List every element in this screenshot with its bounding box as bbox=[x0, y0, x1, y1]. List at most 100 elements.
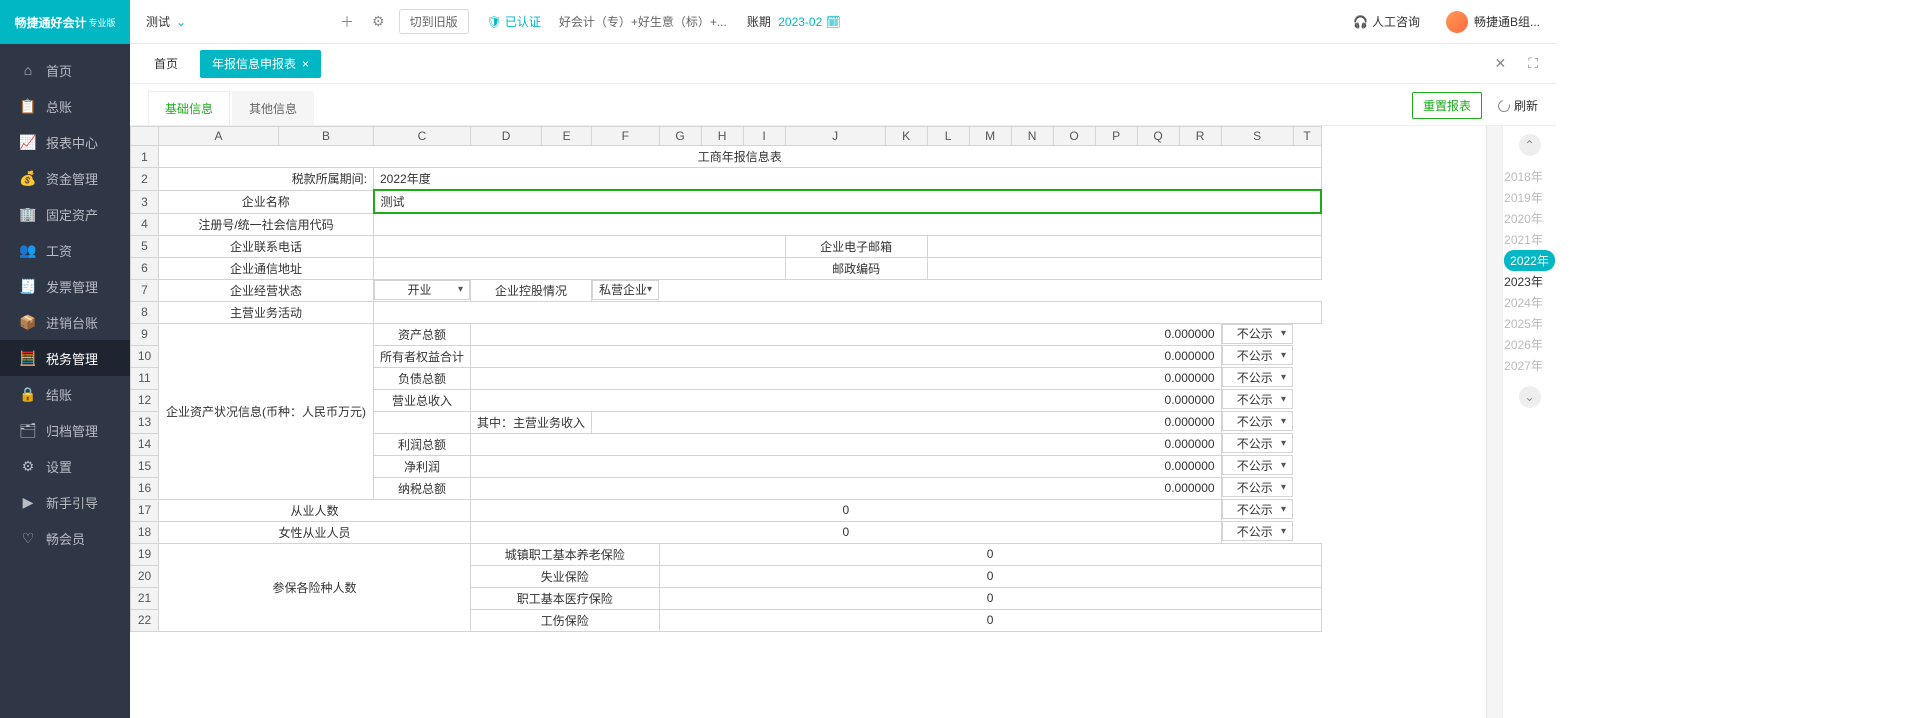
col-L[interactable]: L bbox=[927, 127, 969, 146]
sidebar-item-工资[interactable]: 👥工资 bbox=[0, 232, 130, 268]
cell-r10[interactable]: 0.000000 bbox=[471, 345, 1222, 367]
cell-postcode[interactable] bbox=[927, 257, 1321, 279]
disclose-r16[interactable]: 不公示 bbox=[1222, 477, 1294, 497]
spreadsheet[interactable]: ABCDEFGHIJKLMNOPQRST1工商年报信息表2税款所属期间:2022… bbox=[130, 126, 1486, 718]
cell-r21[interactable]: 0 bbox=[659, 587, 1321, 609]
cell-r9[interactable]: 0.000000 bbox=[471, 323, 1222, 345]
year-2026年[interactable]: 2026年 bbox=[1504, 334, 1555, 355]
col-G[interactable]: G bbox=[659, 127, 701, 146]
col-D[interactable]: D bbox=[471, 127, 542, 146]
subtab-other[interactable]: 其他信息 bbox=[232, 91, 314, 125]
nav-icon: ▶ bbox=[20, 494, 36, 510]
year-2025年[interactable]: 2025年 bbox=[1504, 313, 1555, 334]
close-all-icon[interactable]: ✕ bbox=[1488, 55, 1512, 72]
cell-r20[interactable]: 0 bbox=[659, 565, 1321, 587]
sidebar-item-设置[interactable]: ⚙设置 bbox=[0, 448, 130, 484]
subtab-basic[interactable]: 基础信息 bbox=[148, 91, 230, 125]
disclose-r15[interactable]: 不公示 bbox=[1222, 455, 1294, 475]
sidebar-item-固定资产[interactable]: 🏢固定资产 bbox=[0, 196, 130, 232]
col-C[interactable]: C bbox=[374, 127, 471, 146]
col-S[interactable]: S bbox=[1221, 127, 1293, 146]
cell-r19[interactable]: 0 bbox=[659, 543, 1321, 565]
fullscreen-icon[interactable]: ⛶ bbox=[1522, 55, 1544, 72]
nav-label: 资金管理 bbox=[46, 169, 98, 188]
col-I[interactable]: I bbox=[743, 127, 785, 146]
disclose-employees[interactable]: 不公示 bbox=[1222, 499, 1294, 519]
cell-r11[interactable]: 0.000000 bbox=[471, 367, 1222, 389]
sidebar-item-发票管理[interactable]: 🧾发票管理 bbox=[0, 268, 130, 304]
scrollbar-vertical[interactable] bbox=[1486, 126, 1502, 718]
cell-main-biz[interactable] bbox=[374, 301, 1322, 323]
user-menu[interactable]: 畅捷通B组... bbox=[1446, 11, 1540, 33]
cell-r22[interactable]: 0 bbox=[659, 609, 1321, 631]
sidebar-item-资金管理[interactable]: 💰资金管理 bbox=[0, 160, 130, 196]
cell-phone[interactable] bbox=[374, 235, 786, 257]
add-icon[interactable]: ＋ bbox=[336, 12, 358, 32]
sidebar-item-畅会员[interactable]: ♡畅会员 bbox=[0, 520, 130, 556]
col-K[interactable]: K bbox=[885, 127, 927, 146]
col-Q[interactable]: Q bbox=[1137, 127, 1179, 146]
disclose-r11[interactable]: 不公示 bbox=[1222, 367, 1294, 387]
year-2023年[interactable]: 2023年 bbox=[1504, 271, 1555, 292]
sidebar-item-税务管理[interactable]: 🧮税务管理 bbox=[0, 340, 130, 376]
year-2020年[interactable]: 2020年 bbox=[1504, 208, 1555, 229]
org-selector[interactable]: 测试 ⌄ bbox=[146, 13, 326, 30]
disclose-r9[interactable]: 不公示 bbox=[1222, 324, 1294, 344]
cell-employees[interactable]: 0 bbox=[471, 499, 1222, 521]
tab-home[interactable]: 首页 bbox=[142, 50, 190, 78]
sidebar-item-进销台账[interactable]: 📦进销台账 bbox=[0, 304, 130, 340]
col-M[interactable]: M bbox=[969, 127, 1011, 146]
cell-company-name[interactable]: 测试 bbox=[374, 190, 1322, 213]
sidebar-item-报表中心[interactable]: 📈报表中心 bbox=[0, 124, 130, 160]
disclose-r12[interactable]: 不公示 bbox=[1222, 389, 1294, 409]
col-R[interactable]: R bbox=[1179, 127, 1221, 146]
col-F[interactable]: F bbox=[592, 127, 660, 146]
cell-holding[interactable]: 私营企业 bbox=[592, 280, 659, 300]
year-2024年[interactable]: 2024年 bbox=[1504, 292, 1555, 313]
year-up-icon[interactable]: ⌃ bbox=[1519, 134, 1541, 156]
year-2027年[interactable]: 2027年 bbox=[1504, 355, 1555, 376]
col-J[interactable]: J bbox=[785, 127, 885, 146]
cell-female[interactable]: 0 bbox=[471, 521, 1222, 543]
year-2019年[interactable]: 2019年 bbox=[1504, 187, 1555, 208]
tab-annual-report[interactable]: 年报信息申报表× bbox=[200, 50, 321, 78]
disclose-r14[interactable]: 不公示 bbox=[1222, 433, 1294, 453]
cell-email[interactable] bbox=[927, 235, 1321, 257]
cell-r16[interactable]: 0.000000 bbox=[471, 477, 1222, 499]
sidebar-item-总账[interactable]: 📋总账 bbox=[0, 88, 130, 124]
switch-old-button[interactable]: 切到旧版 bbox=[399, 9, 469, 34]
gear-icon[interactable]: ⚙ bbox=[368, 13, 389, 30]
col-T[interactable]: T bbox=[1293, 127, 1321, 146]
sidebar-item-结账[interactable]: 🔒结账 bbox=[0, 376, 130, 412]
col-A[interactable]: A bbox=[159, 127, 279, 146]
sidebar-item-新手引导[interactable]: ▶新手引导 bbox=[0, 484, 130, 520]
disclose-r13[interactable]: 不公示 bbox=[1222, 411, 1294, 431]
cell-r12[interactable]: 0.000000 bbox=[471, 389, 1222, 411]
cell-r13[interactable]: 0.000000 bbox=[592, 411, 1222, 433]
close-icon[interactable]: × bbox=[302, 57, 309, 71]
sidebar-item-首页[interactable]: ⌂首页 bbox=[0, 52, 130, 88]
disclose-female[interactable]: 不公示 bbox=[1222, 521, 1294, 541]
col-E[interactable]: E bbox=[542, 127, 592, 146]
period-value[interactable]: 2023-02 bbox=[778, 15, 822, 29]
year-2018年[interactable]: 2018年 bbox=[1504, 166, 1555, 187]
col-P[interactable]: P bbox=[1095, 127, 1137, 146]
year-down-icon[interactable]: ⌄ bbox=[1519, 386, 1541, 408]
reset-report-button[interactable]: 重置报表 bbox=[1412, 92, 1482, 119]
col-B[interactable]: B bbox=[279, 127, 374, 146]
col-N[interactable]: N bbox=[1011, 127, 1053, 146]
ai-support-button[interactable]: 🎧 人工咨询 bbox=[1353, 13, 1420, 30]
col-H[interactable]: H bbox=[701, 127, 743, 146]
year-2021年[interactable]: 2021年 bbox=[1504, 229, 1555, 250]
cell-reg-no[interactable] bbox=[374, 213, 1322, 235]
cell-address[interactable] bbox=[374, 257, 786, 279]
col-O[interactable]: O bbox=[1053, 127, 1095, 146]
disclose-r10[interactable]: 不公示 bbox=[1222, 345, 1294, 365]
sidebar-item-归档管理[interactable]: 🗂归档管理 bbox=[0, 412, 130, 448]
cell-r14[interactable]: 0.000000 bbox=[471, 433, 1222, 455]
nav-label: 固定资产 bbox=[46, 205, 98, 224]
refresh-button[interactable]: 刷新 bbox=[1498, 97, 1538, 114]
cell-r15[interactable]: 0.000000 bbox=[471, 455, 1222, 477]
year-2022年[interactable]: 2022年 bbox=[1504, 250, 1555, 271]
cell-op-status[interactable]: 开业 bbox=[374, 280, 470, 300]
